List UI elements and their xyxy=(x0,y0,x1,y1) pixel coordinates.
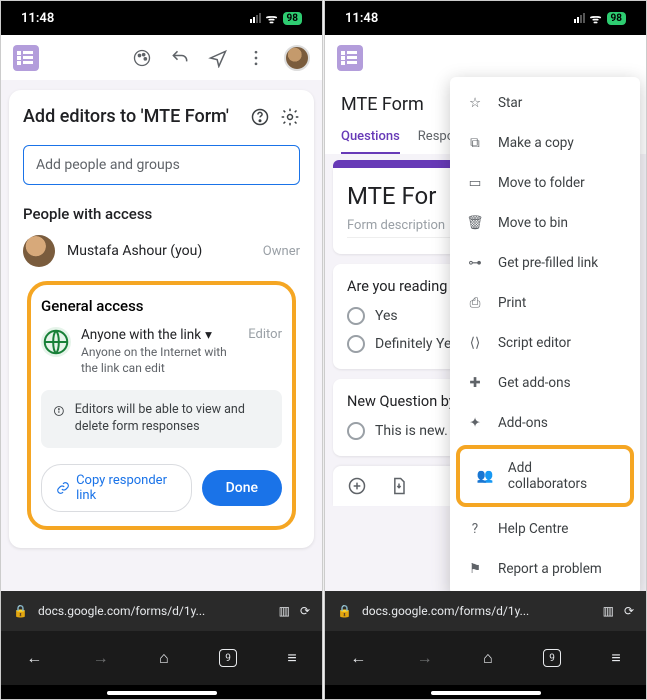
menu-print[interactable]: ⎙Print xyxy=(450,283,640,323)
home-indicator xyxy=(1,685,322,699)
battery-icon: 98 xyxy=(283,12,302,25)
menu-icon[interactable]: ≡ xyxy=(287,648,296,668)
browser-navbar: ← → ⌂ 9 ≡ xyxy=(325,631,646,685)
radio-icon xyxy=(347,307,365,325)
palette-icon[interactable] xyxy=(132,48,152,68)
copy-link-button[interactable]: Copy responder link xyxy=(41,464,192,512)
browser-url-bar[interactable]: 🔒 docs.google.com/forms/d/1y... ▥ ⟳ xyxy=(325,591,646,631)
menu-script-editor[interactable]: ⟨⟩Script editor xyxy=(450,323,640,363)
signal-icon xyxy=(250,13,261,23)
back-icon[interactable]: ← xyxy=(350,648,366,668)
signal-icon xyxy=(574,13,585,23)
app-toolbar xyxy=(1,35,322,80)
person-row[interactable]: Mustafa Ashour (you) Owner xyxy=(23,235,300,267)
link-access-subtitle: Anyone on the Internet with the link can… xyxy=(81,345,238,376)
code-icon: ⟨⟩ xyxy=(466,334,484,352)
menu-prefilled-link[interactable]: ⊶Get pre-filled link xyxy=(450,243,640,283)
overflow-menu: ☆Star ⧉Make a copy ▭Move to folder 🗑Move… xyxy=(450,77,640,591)
share-dialog: Add editors to 'MTE Form' Add people and… xyxy=(9,90,314,548)
menu-make-copy[interactable]: ⧉Make a copy xyxy=(450,123,640,163)
menu-star[interactable]: ☆Star xyxy=(450,83,640,123)
forms-logo-icon[interactable] xyxy=(337,45,363,71)
radio-icon xyxy=(347,335,365,353)
access-role[interactable]: Editor xyxy=(248,327,282,342)
wifi-icon: ᯤ xyxy=(266,9,278,27)
status-time: 11:48 xyxy=(345,11,378,26)
star-icon: ☆ xyxy=(466,94,484,112)
link-icon: ⊶ xyxy=(466,254,484,272)
copy-icon: ⧉ xyxy=(466,134,484,152)
menu-get-addons[interactable]: ✚Get add-ons xyxy=(450,363,640,403)
tabs-button[interactable]: 9 xyxy=(219,649,237,667)
menu-addons[interactable]: ✦Add-ons xyxy=(450,403,640,443)
browser-url-bar[interactable]: 🔒 docs.google.com/forms/d/1y... ▥ ⟳ xyxy=(1,591,322,631)
menu-report[interactable]: ⚑Report a problem xyxy=(450,549,640,589)
people-heading: People with access xyxy=(23,205,300,223)
more-icon[interactable] xyxy=(246,48,266,68)
home-icon[interactable]: ⌂ xyxy=(483,648,493,668)
reload-icon[interactable]: ⟳ xyxy=(300,604,310,618)
general-access-heading: General access xyxy=(41,297,282,315)
reader-icon[interactable]: ▥ xyxy=(279,604,290,618)
reload-icon[interactable]: ⟳ xyxy=(624,604,634,618)
link-icon xyxy=(56,480,70,496)
puzzle-icon: ✚ xyxy=(466,374,484,392)
status-bar: 11:48 ᯤ 98 xyxy=(325,1,646,35)
done-button[interactable]: Done xyxy=(202,470,282,506)
lock-icon: 🔒 xyxy=(337,604,352,618)
menu-add-collaborators[interactable]: 👥Add collaborators xyxy=(460,449,630,503)
general-access-highlight: General access Anyone with the link ▾ An… xyxy=(27,281,296,530)
forward-icon[interactable]: → xyxy=(93,648,109,668)
home-icon[interactable]: ⌂ xyxy=(159,648,169,668)
tab-questions[interactable]: Questions xyxy=(341,129,400,154)
lock-icon: 🔒 xyxy=(13,604,28,618)
gear-icon[interactable] xyxy=(280,107,300,127)
battery-icon: 98 xyxy=(607,12,626,25)
wifi-icon: ᯤ xyxy=(590,9,602,27)
url-text: docs.google.com/forms/d/1y... xyxy=(38,604,269,618)
url-text: docs.google.com/forms/d/1y... xyxy=(362,604,593,618)
editor-info: Editors will be able to view and delete … xyxy=(41,390,282,448)
tabs-button[interactable]: 9 xyxy=(543,649,561,667)
home-indicator xyxy=(325,685,646,699)
trash-icon: 🗑 xyxy=(466,214,484,232)
menu-move-bin[interactable]: 🗑Move to bin xyxy=(450,203,640,243)
menu-help[interactable]: ?Help Centre xyxy=(450,509,640,549)
help-icon: ? xyxy=(466,520,484,538)
app-toolbar xyxy=(325,35,646,80)
globe-icon xyxy=(41,327,71,357)
undo-icon[interactable] xyxy=(170,48,190,68)
info-icon xyxy=(53,402,65,420)
person-add-icon: 👥 xyxy=(476,467,494,485)
chevron-down-icon: ▾ xyxy=(205,327,212,343)
menu-move-folder[interactable]: ▭Move to folder xyxy=(450,163,640,203)
addon-icon: ✦ xyxy=(466,414,484,432)
print-icon: ⎙ xyxy=(466,294,484,312)
forward-icon[interactable]: → xyxy=(417,648,433,668)
folder-icon: ▭ xyxy=(466,174,484,192)
help-icon[interactable] xyxy=(250,107,270,127)
tab-responses[interactable]: Respo xyxy=(418,129,454,154)
back-icon[interactable]: ← xyxy=(26,648,42,668)
add-question-icon[interactable] xyxy=(347,476,367,496)
add-collaborators-highlight: 👥Add collaborators xyxy=(456,445,634,507)
reader-icon[interactable]: ▥ xyxy=(603,604,614,618)
dialog-title: Add editors to 'MTE Form' xyxy=(23,106,240,127)
status-time: 11:48 xyxy=(21,11,54,26)
import-icon[interactable] xyxy=(389,476,409,496)
radio-icon xyxy=(347,422,365,440)
person-name: Mustafa Ashour (you) xyxy=(67,243,251,259)
link-access-dropdown[interactable]: Anyone with the link ▾ xyxy=(81,327,238,343)
feedback-icon: ⚑ xyxy=(466,560,484,578)
person-avatar xyxy=(23,235,55,267)
menu-icon[interactable]: ≡ xyxy=(611,648,620,668)
person-role: Owner xyxy=(263,244,300,259)
send-icon[interactable] xyxy=(208,48,228,68)
browser-navbar: ← → ⌂ 9 ≡ xyxy=(1,631,322,685)
avatar[interactable] xyxy=(284,45,310,71)
forms-logo-icon[interactable] xyxy=(13,45,39,71)
add-people-input[interactable]: Add people and groups xyxy=(23,145,300,185)
status-bar: 11:48 ᯤ 98 xyxy=(1,1,322,35)
